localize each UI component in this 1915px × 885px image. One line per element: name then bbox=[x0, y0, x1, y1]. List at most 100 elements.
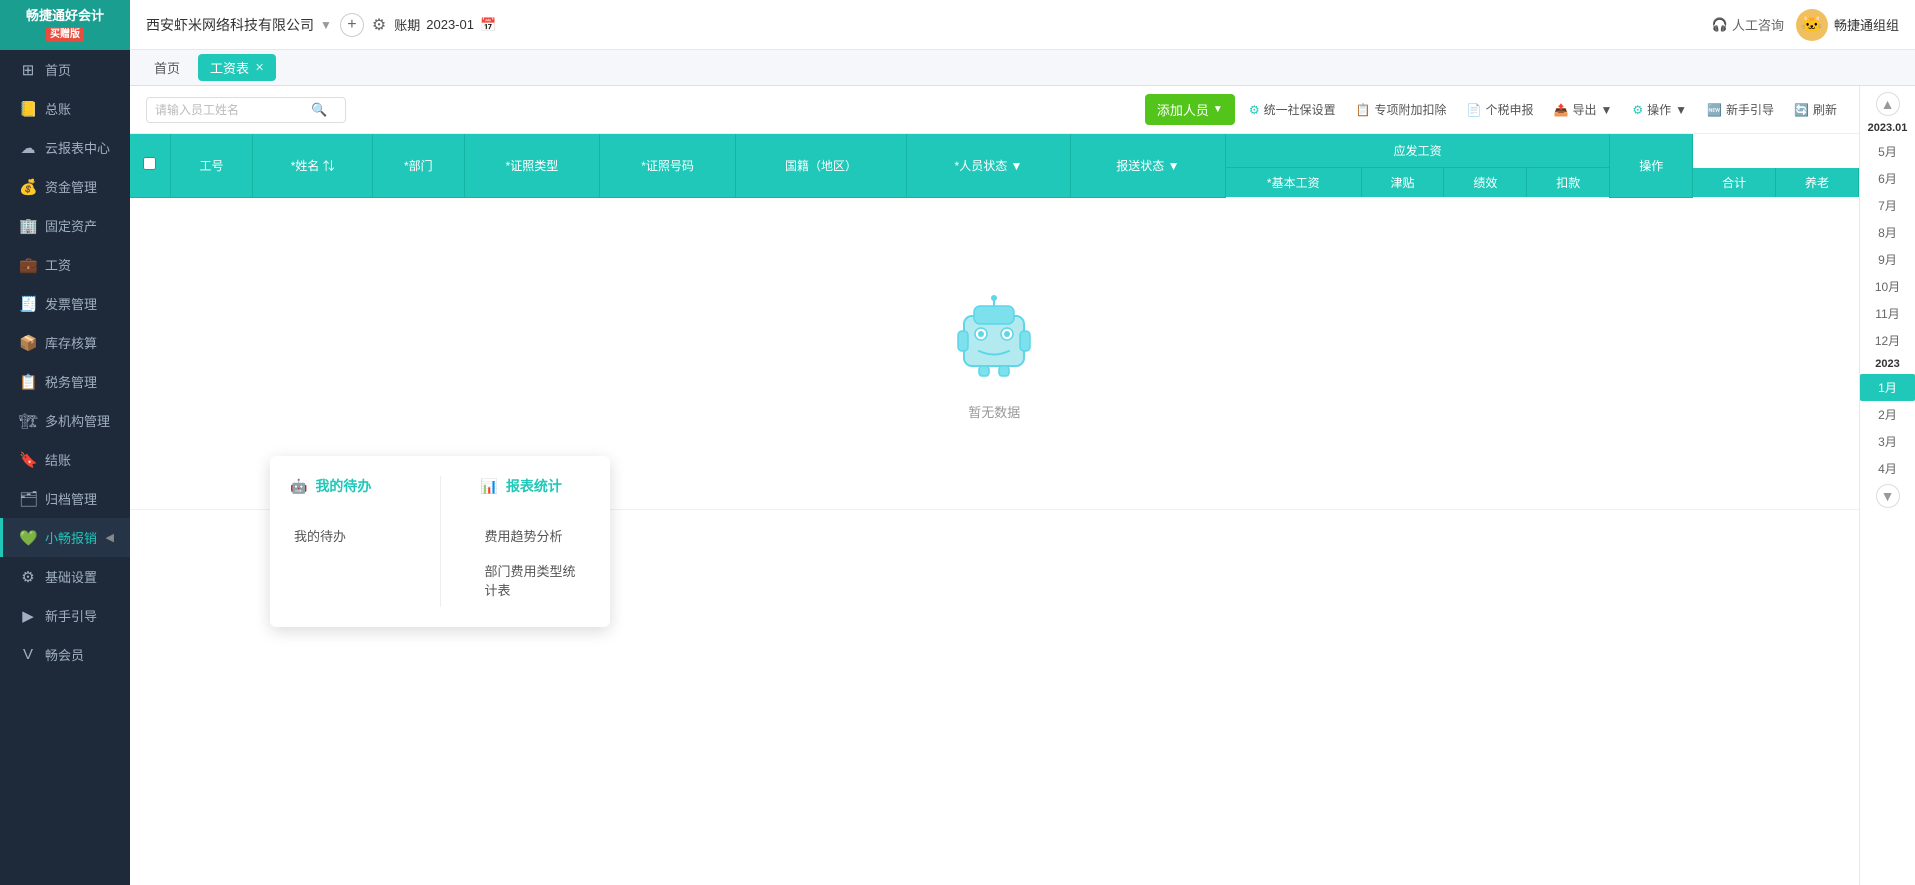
month-7[interactable]: 7月 bbox=[1860, 192, 1915, 219]
refresh-label: 刷新 bbox=[1813, 101, 1837, 118]
search-input[interactable] bbox=[155, 103, 305, 117]
xiaochang-popup: 🤖 我的待办 我的待办 📊 报表统计 费用趋势分析 部门费用类型统计表 bbox=[270, 456, 610, 627]
deduction-action[interactable]: 📋 专项附加扣除 bbox=[1350, 97, 1453, 122]
cloud-report-icon: ☁ bbox=[19, 139, 37, 157]
sidebar-item-multi-org[interactable]: 🏗 多机构管理 bbox=[0, 401, 130, 440]
fixed-assets-icon: 🏢 bbox=[19, 217, 37, 235]
sidebar-label-invoice: 发票管理 bbox=[45, 294, 97, 313]
popup-item-todo[interactable]: 我的待办 bbox=[290, 518, 400, 553]
sidebar-item-fund[interactable]: 💰 资金管理 bbox=[0, 167, 130, 206]
todo-icon: 🤖 bbox=[290, 478, 307, 495]
search-icon: 🔍 bbox=[311, 102, 327, 118]
add-person-arrow: ▼ bbox=[1213, 104, 1223, 115]
month-nav-up[interactable]: ▲ bbox=[1876, 92, 1900, 116]
company-dropdown-arrow: ▼ bbox=[320, 18, 332, 32]
sidebar-item-archive[interactable]: 🗂 归档管理 bbox=[0, 479, 130, 518]
sidebar-item-salary[interactable]: 💼 工资 bbox=[0, 245, 130, 284]
sidebar-label-basic: 基础设置 bbox=[45, 567, 97, 586]
year-2023-label2: 2023 bbox=[1875, 354, 1899, 374]
add-person-button[interactable]: 添加人员 ▼ bbox=[1145, 94, 1235, 125]
tax-report-action[interactable]: 📄 个税申报 bbox=[1461, 97, 1540, 122]
sidebar-label-tax: 税务管理 bbox=[45, 372, 97, 391]
popup-divider bbox=[440, 476, 441, 607]
month-5[interactable]: 5月 bbox=[1860, 138, 1915, 165]
avatar: 🐱 bbox=[1796, 9, 1828, 41]
company-selector[interactable]: 西安虾米网络科技有限公司 ▼ bbox=[146, 15, 332, 35]
select-all-checkbox[interactable] bbox=[143, 157, 156, 170]
tab-salary-close[interactable]: ✕ bbox=[255, 61, 264, 74]
add-person-label: 添加人员 bbox=[1157, 100, 1209, 119]
sidebar-item-cloud-report[interactable]: ☁ 云报表中心 bbox=[0, 128, 130, 167]
sidebar-item-ledger[interactable]: 📒 总账 bbox=[0, 89, 130, 128]
month-6[interactable]: 6月 bbox=[1860, 165, 1915, 192]
tab-home[interactable]: 首页 bbox=[142, 54, 192, 81]
add-company-button[interactable]: + bbox=[340, 13, 364, 37]
report-icon: 📊 bbox=[481, 478, 498, 495]
month-4[interactable]: 4月 bbox=[1860, 455, 1915, 482]
popup-item-dept-cost[interactable]: 部门费用类型统计表 bbox=[481, 553, 591, 607]
col-submit-status: 报送状态 ▼ bbox=[1070, 134, 1225, 197]
social-security-label: 统一社保设置 bbox=[1264, 101, 1336, 118]
tab-salary[interactable]: 工资表 ✕ bbox=[198, 54, 276, 81]
month-10[interactable]: 10月 bbox=[1860, 273, 1915, 300]
period-value: 2023-01 bbox=[426, 17, 474, 32]
sidebar-item-home[interactable]: ⊞ 首页 bbox=[0, 50, 130, 89]
month-2[interactable]: 2月 bbox=[1860, 401, 1915, 428]
export-arrow: ▼ bbox=[1601, 103, 1613, 117]
month-1[interactable]: 1月 bbox=[1860, 374, 1915, 401]
export-action[interactable]: 📤 导出 ▼ bbox=[1548, 97, 1619, 122]
sidebar-item-inventory[interactable]: 📦 库存核算 bbox=[0, 323, 130, 362]
sidebar-item-xiaochang[interactable]: 💚 小畅报销 ◀ bbox=[0, 518, 130, 557]
sidebar-item-settle[interactable]: 🔖 结账 bbox=[0, 440, 130, 479]
content-area: 🔍 添加人员 ▼ ⚙ 统一社保设置 📋 专项附加扣除 bbox=[130, 86, 1915, 885]
col-salary-group: 应发工资 bbox=[1225, 134, 1609, 168]
home-icon: ⊞ bbox=[19, 61, 37, 79]
col-allowance: 津贴 bbox=[1361, 168, 1444, 198]
popup-item-cost-trend[interactable]: 费用趋势分析 bbox=[481, 518, 591, 553]
operation-arrow: ▼ bbox=[1675, 103, 1687, 117]
new-guide-action[interactable]: 🆕 新手引导 bbox=[1701, 97, 1780, 122]
search-wrap: 🔍 bbox=[146, 97, 346, 123]
month-12[interactable]: 12月 bbox=[1860, 327, 1915, 354]
sidebar-label-multi-org: 多机构管理 bbox=[45, 411, 110, 430]
month-3[interactable]: 3月 bbox=[1860, 428, 1915, 455]
guide-label: 新手引导 bbox=[1726, 101, 1774, 118]
refresh-action[interactable]: 🔄 刷新 bbox=[1788, 97, 1843, 122]
month-11[interactable]: 11月 bbox=[1860, 300, 1915, 327]
period-selector[interactable]: 账期 2023-01 📅 bbox=[394, 15, 496, 34]
newguide-icon: ▶ bbox=[19, 607, 37, 625]
sidebar-item-newguide[interactable]: ▶ 新手引导 bbox=[0, 596, 130, 635]
sidebar-item-tax[interactable]: 📋 税务管理 bbox=[0, 362, 130, 401]
settle-icon: 🔖 bbox=[19, 451, 37, 469]
col-deduction: 扣款 bbox=[1527, 168, 1610, 198]
sidebar-label-fund: 资金管理 bbox=[45, 177, 97, 196]
settings-icon[interactable]: ⚙ bbox=[372, 15, 386, 35]
col-checkbox[interactable] bbox=[130, 134, 170, 197]
col-id-type: *证照类型 bbox=[464, 134, 600, 197]
user-menu[interactable]: 🐱 畅捷通组组 bbox=[1796, 9, 1899, 41]
sidebar-item-basic[interactable]: ⚙ 基础设置 bbox=[0, 557, 130, 596]
sidebar-item-invoice[interactable]: 🧾 发票管理 bbox=[0, 284, 130, 323]
col-nationality: 国籍（地区） bbox=[735, 134, 906, 197]
month-selector: ▲ 2023.01 5月 6月 7月 8月 9月 10月 11月 12月 202… bbox=[1859, 86, 1915, 885]
sidebar-item-fixed-assets[interactable]: 🏢 固定资产 bbox=[0, 206, 130, 245]
tab-salary-label: 工资表 bbox=[210, 58, 249, 77]
sidebar-label-cloud-report: 云报表中心 bbox=[45, 138, 110, 157]
username-label: 畅捷通组组 bbox=[1834, 15, 1899, 34]
topbar: 西安虾米网络科技有限公司 ▼ + ⚙ 账期 2023-01 📅 🎧 人工咨询 🐱… bbox=[130, 0, 1915, 50]
month-nav-down[interactable]: ▼ bbox=[1876, 484, 1900, 508]
month-9[interactable]: 9月 bbox=[1860, 246, 1915, 273]
year-2023-label: 2023.01 bbox=[1868, 118, 1908, 138]
guide-icon: 🆕 bbox=[1707, 103, 1722, 117]
sidebar-item-member[interactable]: V 畅会员 bbox=[0, 635, 130, 674]
col-pension: 养老 bbox=[1776, 168, 1859, 198]
customer-service-button[interactable]: 🎧 人工咨询 bbox=[1712, 15, 1784, 34]
no-data-icon bbox=[944, 286, 1044, 386]
operation-action[interactable]: ⚙ 操作 ▼ bbox=[1626, 97, 1693, 122]
export-icon: 📤 bbox=[1554, 103, 1569, 117]
month-8[interactable]: 8月 bbox=[1860, 219, 1915, 246]
social-security-action[interactable]: ⚙ 统一社保设置 bbox=[1243, 97, 1342, 122]
col-name: *姓名 ⇅ bbox=[253, 134, 373, 197]
col-performance: 绩效 bbox=[1444, 168, 1527, 198]
no-data-text: 暂无数据 bbox=[968, 402, 1020, 421]
